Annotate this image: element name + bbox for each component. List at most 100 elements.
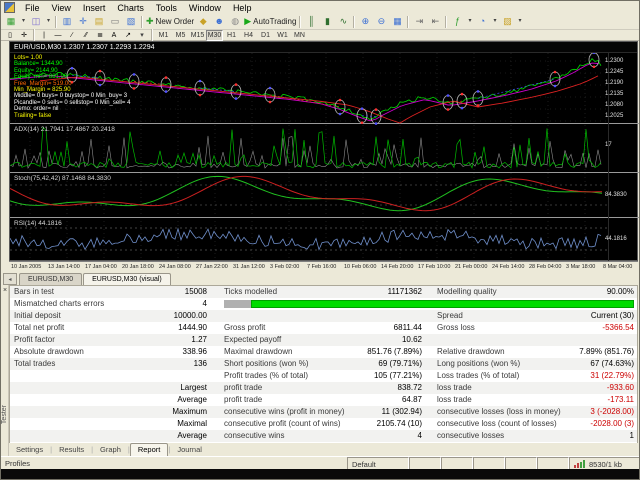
- tester-tab-report[interactable]: Report: [129, 442, 169, 457]
- report-cell: 10000.00: [173, 311, 207, 320]
- cursor-button[interactable]: ▯: [3, 30, 17, 41]
- report-cell: 7.89% (851.76): [579, 347, 634, 356]
- tile-windows-button[interactable]: ▦: [389, 14, 405, 29]
- tester-tab-settings[interactable]: Settings: [9, 444, 50, 456]
- text-button[interactable]: A: [107, 30, 121, 41]
- report-cell: 4: [202, 299, 207, 308]
- tester-side-label: Tester: [1, 405, 8, 425]
- profiles-button[interactable]: ◫: [28, 14, 44, 29]
- close-tester-button[interactable]: ×: [1, 287, 9, 295]
- report-cell: -173.11: [607, 395, 634, 404]
- text-icon: A: [111, 31, 117, 39]
- bar-chart-button[interactable]: ║: [303, 14, 319, 29]
- timeframe-m1-button[interactable]: M1: [155, 30, 172, 41]
- time-axis-label: 17 Feb 10:00: [418, 264, 451, 270]
- tester-tab-results[interactable]: Results: [52, 444, 91, 456]
- profiles-icon: ▾: [46, 18, 50, 24]
- autotrading-button[interactable]: ▶ AutoTrading: [243, 14, 297, 29]
- terminal-button[interactable]: ▭: [107, 14, 123, 29]
- shapes-dropdown[interactable]: ▾: [135, 30, 149, 41]
- zoom-out-icon: ⊖: [377, 16, 386, 26]
- report-cell: 64.87: [401, 395, 422, 404]
- expert-properties-button[interactable]: ☻: [211, 14, 227, 29]
- report-cell: 67 (74.63%): [590, 359, 634, 368]
- templates-dropdown[interactable]: ▾: [515, 14, 524, 29]
- tester-tab-journal[interactable]: Journal: [170, 444, 209, 456]
- strategy-tester-button[interactable]: ▧: [123, 14, 139, 29]
- indicators-icon: ▾: [468, 18, 472, 24]
- crosshair-button[interactable]: ✛: [17, 30, 31, 41]
- report-cell: -2028.00 (3): [590, 419, 634, 428]
- arrows-button[interactable]: ↗: [121, 30, 135, 41]
- timeframe-m30-button[interactable]: M30: [206, 29, 223, 41]
- channel-icon: ⁄⁄: [84, 31, 88, 39]
- report-cell: 69 (79.71%): [378, 359, 422, 368]
- indicators-button[interactable]: ƒ: [449, 14, 465, 29]
- new-chart-dropdown[interactable]: ▾: [19, 14, 28, 29]
- expert-list-icon: ◍: [231, 16, 240, 26]
- navigator-button[interactable]: ▤: [91, 14, 107, 29]
- timeframe-h4-button[interactable]: H4: [240, 30, 257, 41]
- periods-button[interactable]: ◔: [474, 14, 490, 29]
- shapes-icon: ▾: [140, 31, 144, 39]
- timeframe-d1-button[interactable]: D1: [257, 30, 274, 41]
- timeframe-m15-button[interactable]: M15: [189, 30, 206, 41]
- time-axis-label: 28 Feb 04:00: [529, 264, 562, 270]
- report-cell: -933.60: [606, 383, 634, 392]
- bottom-black-strip: [1, 469, 639, 479]
- report-cell: 6811.44: [393, 323, 422, 332]
- metaeditor-button[interactable]: ◆: [195, 14, 211, 29]
- trendline-button[interactable]: ∕: [65, 30, 79, 41]
- report-cell: 31 (22.79%): [590, 371, 634, 380]
- candlestick-button[interactable]: ▮: [319, 14, 335, 29]
- price-scale-label: 1.2080: [605, 102, 624, 108]
- zoom-out-button[interactable]: ⊖: [373, 14, 389, 29]
- line-chart-button[interactable]: ∿: [335, 14, 351, 29]
- channel-button[interactable]: ⁄⁄: [79, 30, 93, 41]
- new-order-button[interactable]: ✚ New Order: [145, 14, 195, 29]
- chart-tab-eurusd-m30[interactable]: EURUSD,M30: [19, 273, 83, 285]
- chart-window[interactable]: EUR/USD,M30 1.2307 1.2307 1.2293 1.2294 …: [9, 41, 639, 262]
- timeframe-mn-button[interactable]: MN: [291, 30, 308, 41]
- menu-insert[interactable]: Insert: [77, 2, 112, 14]
- chart-shift-button[interactable]: ⇤: [427, 14, 443, 29]
- timeframe-m5-button[interactable]: M5: [172, 30, 189, 41]
- chart-tab-scroll-button[interactable]: ◂: [3, 273, 17, 285]
- data-window-button[interactable]: ✛: [75, 14, 91, 29]
- timeframe-w1-button[interactable]: W1: [274, 30, 291, 41]
- report-cell: 1.27: [191, 335, 207, 344]
- profiles-dropdown[interactable]: ▾: [44, 14, 53, 29]
- report-cell: Maximum: [172, 407, 207, 416]
- report-row: Absolute drawdown 338.96 Maximal drawdown 8…: [10, 346, 637, 358]
- templates-button[interactable]: ▨: [499, 14, 515, 29]
- time-axis-label: 8 Mar 04:00: [603, 264, 633, 270]
- menu-help[interactable]: Help: [227, 2, 258, 14]
- price-scale-label: 1.2245: [605, 69, 624, 75]
- menu-charts[interactable]: Charts: [111, 2, 150, 14]
- menu-file[interactable]: File: [19, 2, 46, 14]
- vertical-line-button[interactable]: |: [37, 30, 51, 41]
- chart-tab-eurusd-m30-visual-[interactable]: EURUSD,M30 (visual): [83, 273, 171, 285]
- auto-scroll-button[interactable]: ⇥: [411, 14, 427, 29]
- market-watch-button[interactable]: ▥: [59, 14, 75, 29]
- fibonacci-button[interactable]: ≣: [93, 30, 107, 41]
- new-chart-button[interactable]: ▦: [3, 14, 19, 29]
- zoom-in-button[interactable]: ⊕: [357, 14, 373, 29]
- tester-tab-graph[interactable]: Graph: [93, 444, 128, 456]
- autotrading-button-label: AutoTrading: [253, 17, 297, 26]
- periods-dropdown[interactable]: ▾: [490, 14, 499, 29]
- expert-list-button[interactable]: ◍: [227, 14, 243, 29]
- horizontal-line-button[interactable]: —: [51, 30, 65, 41]
- menu-view[interactable]: View: [46, 2, 77, 14]
- status-bar: Profiles Default 8530/1 kb: [1, 456, 639, 470]
- bar-chart-icon: ║: [308, 16, 315, 26]
- modelling-quality-bar-green: [251, 300, 634, 308]
- indicators-dropdown[interactable]: ▾: [465, 14, 474, 29]
- price-scale-label: 1.2300: [605, 58, 624, 64]
- time-axis-label: 14 Feb 20:00: [381, 264, 414, 270]
- menu-tools[interactable]: Tools: [150, 2, 183, 14]
- mt4-window: File View Insert Charts Tools Window Help ▦ ▾ ◫ ▾…: [0, 0, 640, 480]
- timeframe-h1-button[interactable]: H1: [223, 30, 240, 41]
- periods-icon: ▾: [493, 18, 497, 24]
- menu-window[interactable]: Window: [183, 2, 227, 14]
